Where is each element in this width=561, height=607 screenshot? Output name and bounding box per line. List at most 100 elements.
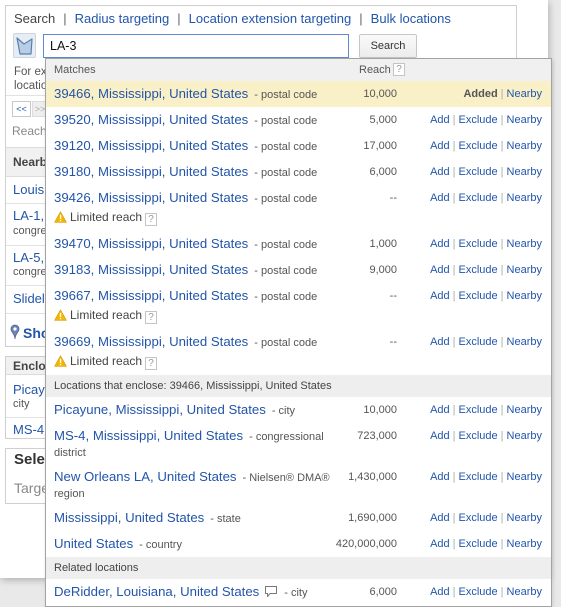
add-link[interactable]: Add	[430, 430, 450, 442]
nearby-header: Nearb	[13, 155, 48, 169]
nearby-item-link[interactable]: LA-5,	[13, 250, 44, 266]
nearby-item-link[interactable]: Slidel	[13, 291, 45, 307]
row-actions: Add | Exclude | Nearby	[430, 334, 542, 350]
enclosing-item-type: city	[13, 398, 30, 410]
location-name-cell: United States - country	[54, 536, 339, 553]
location-link[interactable]: 39669, Mississippi, United States	[54, 334, 248, 349]
add-link[interactable]: Add	[430, 512, 450, 524]
add-link[interactable]: Add	[430, 192, 450, 204]
nearby-link[interactable]: Nearby	[507, 238, 542, 250]
nearby-link[interactable]: Nearby	[507, 336, 542, 348]
location-type: - postal code	[254, 167, 318, 179]
exclude-link[interactable]: Exclude	[459, 586, 498, 598]
exclude-link[interactable]: Exclude	[459, 114, 498, 126]
nearby-link[interactable]: Nearby	[507, 166, 542, 178]
location-search-input[interactable]	[43, 34, 349, 58]
nearby-link[interactable]: Nearby	[507, 430, 542, 442]
search-button[interactable]: Search	[359, 34, 417, 58]
add-link[interactable]: Add	[430, 404, 450, 416]
enclosing-item-link[interactable]: Picay	[13, 382, 45, 398]
help-icon[interactable]: ?	[145, 311, 158, 324]
exclude-link[interactable]: Exclude	[459, 404, 498, 416]
tab-location-extension-targeting[interactable]: Location extension targeting	[189, 11, 352, 26]
location-link[interactable]: 39180, Mississippi, United States	[54, 164, 248, 179]
pager-prev-button[interactable]: <<	[12, 101, 31, 117]
nearby-link[interactable]: Nearby	[507, 192, 542, 204]
location-link[interactable]: 39183, Mississippi, United States	[54, 262, 248, 277]
row-actions: Add | Exclude | Nearby	[430, 236, 542, 252]
location-link[interactable]: Picayune, Mississippi, United States	[54, 402, 266, 417]
row-actions: Add | Exclude | Nearby	[430, 262, 542, 278]
exclude-link[interactable]: Exclude	[459, 471, 498, 483]
tab-bulk-locations[interactable]: Bulk locations	[371, 11, 451, 26]
nearby-link[interactable]: Nearby	[507, 290, 542, 302]
row-actions: Added | Nearby	[463, 86, 542, 102]
nearby-item-link[interactable]: Louis	[13, 182, 44, 198]
row-actions: Add | Exclude | Nearby	[430, 138, 542, 154]
reach-value: 6,000	[369, 166, 397, 178]
location-link[interactable]: Mississippi, United States	[54, 510, 204, 525]
nearby-link[interactable]: Nearby	[507, 114, 542, 126]
exclude-link[interactable]: Exclude	[459, 336, 498, 348]
add-link[interactable]: Add	[430, 538, 450, 550]
reach-value: 6,000	[369, 586, 397, 598]
location-type: - postal code	[254, 291, 318, 303]
nearby-link[interactable]: Nearby	[507, 140, 542, 152]
location-link[interactable]: 39470, Mississippi, United States	[54, 236, 248, 251]
exclude-link[interactable]: Exclude	[459, 192, 498, 204]
action-separator: |	[500, 166, 504, 178]
help-icon[interactable]: ?	[393, 63, 405, 76]
row-actions: Add | Exclude | Nearby	[430, 469, 542, 485]
exclude-link[interactable]: Exclude	[459, 512, 498, 524]
nearby-link[interactable]: Nearby	[507, 586, 542, 598]
add-link[interactable]: Add	[430, 238, 450, 250]
exclude-link[interactable]: Exclude	[459, 166, 498, 178]
exclude-link[interactable]: Exclude	[459, 290, 498, 302]
location-link[interactable]: 39667, Mississippi, United States	[54, 288, 248, 303]
add-link[interactable]: Add	[430, 140, 450, 152]
location-link[interactable]: 39426, Mississippi, United States	[54, 190, 248, 205]
nearby-link[interactable]: Nearby	[507, 404, 542, 416]
exclude-link[interactable]: Exclude	[459, 140, 498, 152]
nearby-link[interactable]: Nearby	[507, 88, 542, 100]
exclude-link[interactable]: Exclude	[459, 430, 498, 442]
add-link[interactable]: Add	[430, 471, 450, 483]
exclude-link[interactable]: Exclude	[459, 538, 498, 550]
help-icon[interactable]: ?	[145, 357, 158, 370]
nearby-link[interactable]: Nearby	[507, 471, 542, 483]
help-icon[interactable]: ?	[145, 213, 158, 226]
add-link[interactable]: Add	[430, 264, 450, 276]
exclude-link[interactable]: Exclude	[459, 238, 498, 250]
action-separator: |	[500, 88, 504, 100]
comment-icon[interactable]	[264, 585, 278, 603]
enclosing-item-link[interactable]: MS-4	[13, 422, 44, 438]
nearby-link[interactable]: Nearby	[507, 264, 542, 276]
location-link[interactable]: New Orleans LA, United States	[54, 469, 237, 484]
tab-search[interactable]: Search	[14, 11, 55, 26]
reach-value: 1,430,000	[348, 471, 397, 483]
location-link[interactable]: DeRidder, Louisiana, United States	[54, 584, 259, 599]
exclude-link[interactable]: Exclude	[459, 264, 498, 276]
nearby-link[interactable]: Nearby	[507, 512, 542, 524]
action-separator: |	[500, 238, 504, 250]
add-link[interactable]: Add	[430, 586, 450, 598]
nearby-item-link[interactable]: LA-1,	[13, 208, 44, 224]
added-status: Added	[463, 88, 498, 100]
tab-separator: |	[177, 11, 181, 26]
map-polygon-icon[interactable]	[13, 33, 36, 58]
add-link[interactable]: Add	[430, 114, 450, 126]
warning-icon	[54, 308, 70, 322]
location-link[interactable]: 39520, Mississippi, United States	[54, 112, 248, 127]
match-row: 39520, Mississippi, United States - posta…	[46, 107, 551, 133]
location-link[interactable]: 39466, Mississippi, United States	[54, 86, 248, 101]
location-name-cell: 39520, Mississippi, United States - posta…	[54, 112, 339, 129]
location-link[interactable]: 39120, Mississippi, United States	[54, 138, 248, 153]
tab-radius-targeting[interactable]: Radius targeting	[75, 11, 170, 26]
location-link[interactable]: MS-4, Mississippi, United States	[54, 428, 243, 443]
nearby-link[interactable]: Nearby	[507, 538, 542, 550]
add-link[interactable]: Add	[430, 166, 450, 178]
add-link[interactable]: Add	[430, 336, 450, 348]
add-link[interactable]: Add	[430, 290, 450, 302]
row-actions: Add | Exclude | Nearby	[430, 190, 542, 206]
location-link[interactable]: United States	[54, 536, 133, 551]
